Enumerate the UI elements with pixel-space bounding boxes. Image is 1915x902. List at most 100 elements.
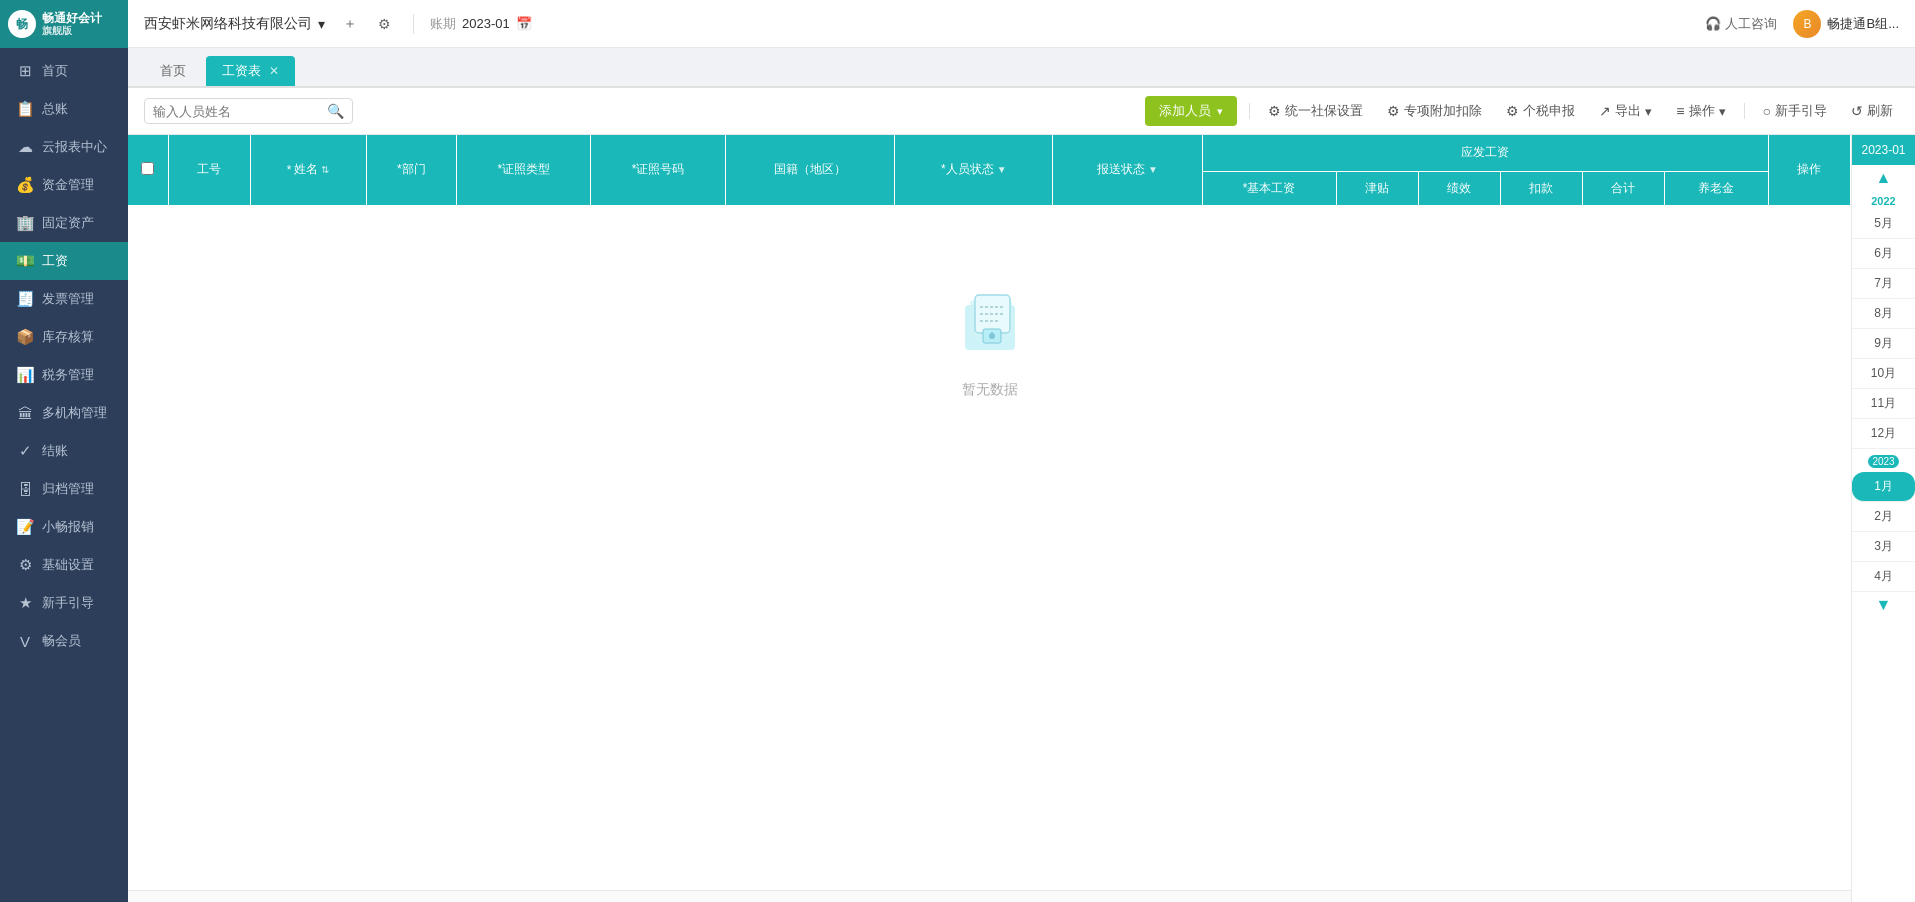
sidebar-item-fixed-assets[interactable]: 🏢 固定资产 — [0, 204, 128, 242]
operations-button[interactable]: ≡ 操作 ▾ — [1670, 98, 1731, 124]
month-item-202206[interactable]: 6月 — [1852, 239, 1915, 269]
th-operations: 操作 — [1768, 135, 1850, 205]
sidebar-icon-invoice: 🧾 — [16, 290, 34, 308]
month-item-202205[interactable]: 5月 — [1852, 209, 1915, 239]
personal-tax-button[interactable]: ⚙ 个税申报 — [1500, 98, 1581, 124]
operations-label: 操作 — [1689, 102, 1715, 120]
refresh-button[interactable]: ↺ 刷新 — [1845, 98, 1899, 124]
social-insurance-button[interactable]: ⚙ 统一社保设置 — [1262, 98, 1369, 124]
month-item-202210[interactable]: 10月 — [1852, 359, 1915, 389]
month-item-202304[interactable]: 4月 — [1852, 562, 1915, 592]
export-arrow: ▾ — [1645, 104, 1652, 119]
sidebar-icon-inventory: 📦 — [16, 328, 34, 346]
sidebar-label-fund: 资金管理 — [42, 176, 94, 194]
guide-button[interactable]: ○ 新手引导 — [1757, 98, 1833, 124]
period-selector[interactable]: 账期 2023-01 📅 — [430, 15, 532, 33]
status-filter-icon[interactable]: ▼ — [997, 164, 1007, 175]
sidebar-label-archive: 归档管理 — [42, 480, 94, 498]
guide-icon: ○ — [1763, 103, 1771, 119]
app-version: 旗舰版 — [42, 25, 102, 37]
th-total: 合计 — [1582, 171, 1664, 205]
search-wrap: 🔍 — [144, 98, 353, 124]
user-avatar-text: B — [1803, 17, 1811, 31]
tab-label-salary: 工资表 — [222, 62, 261, 80]
toolbar-sep-2 — [1744, 103, 1745, 119]
sidebar-label-salary: 工资 — [42, 252, 68, 270]
year-panel-nav: ▲ — [1852, 165, 1915, 191]
sidebar-item-vip[interactable]: V 畅会员 — [0, 622, 128, 660]
sidebar-item-fund[interactable]: 💰 资金管理 — [0, 166, 128, 204]
sidebar-label-vip: 畅会员 — [42, 632, 81, 650]
sidebar-item-settlement[interactable]: ✓ 结账 — [0, 432, 128, 470]
tab-salary[interactable]: 工资表 ✕ — [206, 56, 295, 86]
sidebar-item-invoice[interactable]: 🧾 发票管理 — [0, 280, 128, 318]
period-value: 2023-01 — [462, 16, 510, 31]
topbar-divider — [413, 14, 414, 34]
sidebar-item-ledger[interactable]: 📋 总账 — [0, 90, 128, 128]
user-menu[interactable]: B 畅捷通B组... — [1793, 10, 1899, 38]
settings-icon[interactable]: ⚙ — [371, 11, 397, 37]
month-item-202301[interactable]: 1月 — [1852, 472, 1915, 502]
sidebar-item-archive[interactable]: 🗄 归档管理 — [0, 470, 128, 508]
company-selector[interactable]: 西安虾米网络科技有限公司 ▾ — [144, 15, 325, 33]
sidebar-item-expense[interactable]: 📝 小畅报销 — [0, 508, 128, 546]
refresh-label: 刷新 — [1867, 102, 1893, 120]
sidebar-item-tax[interactable]: 📊 税务管理 — [0, 356, 128, 394]
export-button[interactable]: ↗ 导出 ▾ — [1593, 98, 1658, 124]
month-item-202302[interactable]: 2月 — [1852, 502, 1915, 532]
month-item-202209[interactable]: 9月 — [1852, 329, 1915, 359]
add-person-button[interactable]: 添加人员 ▾ — [1145, 96, 1237, 126]
month-item-202212[interactable]: 12月 — [1852, 419, 1915, 449]
tab-label-home: 首页 — [160, 63, 186, 78]
sidebar-item-cloud-report[interactable]: ☁ 云报表中心 — [0, 128, 128, 166]
sidebar-item-salary[interactable]: 💵 工资 — [0, 242, 128, 280]
year-nav-down[interactable]: ▼ — [1876, 592, 1892, 618]
social-insurance-icon: ⚙ — [1268, 103, 1281, 119]
year-panel-header: 2023-01 — [1852, 135, 1915, 165]
support-label: 人工咨询 — [1725, 15, 1777, 33]
export-icon: ↗ — [1599, 103, 1611, 119]
sidebar-icon-guide: ★ — [16, 594, 34, 612]
tabbar: 首页 工资表 ✕ — [128, 48, 1915, 88]
th-status: *人员状态 ▼ — [895, 135, 1053, 205]
th-employee-id: 工号 — [168, 135, 250, 205]
month-item-202207[interactable]: 7月 — [1852, 269, 1915, 299]
month-item-202211[interactable]: 11月 — [1852, 389, 1915, 419]
name-sort-icon[interactable]: ⇅ — [321, 164, 329, 175]
company-name: 西安虾米网络科技有限公司 — [144, 15, 312, 33]
sidebar-nav: ⊞ 首页 📋 总账 ☁ 云报表中心 💰 资金管理 🏢 固定资产 💵 工资 🧾 发… — [0, 48, 128, 902]
th-id-number: *证照号码 — [591, 135, 725, 205]
sidebar-item-settings[interactable]: ⚙ 基础设置 — [0, 546, 128, 584]
sidebar-label-ledger: 总账 — [42, 100, 68, 118]
search-input[interactable] — [153, 104, 321, 119]
social-insurance-label: 统一社保设置 — [1285, 102, 1363, 120]
empty-state: 暂无数据 — [128, 205, 1851, 479]
user-avatar: B — [1793, 10, 1821, 38]
content-area: 首页 工资表 ✕ 🔍 添加人员 ▾ ⚙ 统一社保设置 ⚙ 专项附加扣除 — [128, 48, 1915, 902]
table-content: 工号 *姓名 ⇅ *部门 *证照类型 *证照号码 — [128, 135, 1851, 902]
special-deduct-label: 专项附加扣除 — [1404, 102, 1482, 120]
sidebar-icon-fund: 💰 — [16, 176, 34, 194]
support-button[interactable]: 🎧 人工咨询 — [1705, 15, 1777, 33]
year-panel: 2023-01 ▲ 20225月6月7月8月9月10月11月12月20231月2… — [1851, 135, 1915, 902]
report-filter-icon[interactable]: ▼ — [1148, 164, 1158, 175]
special-deduct-button[interactable]: ⚙ 专项附加扣除 — [1381, 98, 1488, 124]
year-nav-up[interactable]: ▲ — [1876, 165, 1892, 191]
period-calendar-icon[interactable]: 📅 — [516, 16, 532, 31]
sidebar-item-inventory[interactable]: 📦 库存核算 — [0, 318, 128, 356]
year-panel-months: 20225月6月7月8月9月10月11月12月20231月2月3月4月 — [1852, 191, 1915, 592]
operations-arrow: ▾ — [1719, 104, 1726, 119]
add-company-button[interactable]: ＋ — [337, 11, 363, 37]
tab-home[interactable]: 首页 — [144, 56, 202, 86]
sidebar: 畅 畅通好会计 旗舰版 ⊞ 首页 📋 总账 ☁ 云报表中心 💰 资金管理 🏢 固… — [0, 0, 128, 902]
sidebar-item-multi-org[interactable]: 🏛 多机构管理 — [0, 394, 128, 432]
sidebar-item-guide[interactable]: ★ 新手引导 — [0, 584, 128, 622]
sidebar-item-home[interactable]: ⊞ 首页 — [0, 52, 128, 90]
th-allowance: 津贴 — [1336, 171, 1418, 205]
th-old-age: 养老金 — [1664, 171, 1768, 205]
month-item-202208[interactable]: 8月 — [1852, 299, 1915, 329]
select-all-checkbox[interactable] — [141, 162, 154, 175]
tab-close-salary[interactable]: ✕ — [269, 64, 279, 78]
horizontal-scrollbar[interactable] — [128, 890, 1851, 902]
month-item-202303[interactable]: 3月 — [1852, 532, 1915, 562]
